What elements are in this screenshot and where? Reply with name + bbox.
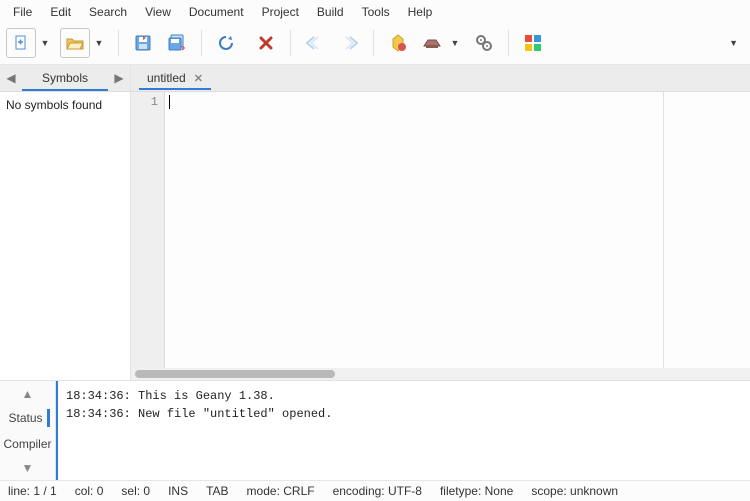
status-mode: mode: CRLF — [247, 484, 315, 498]
messages-tab-up[interactable]: ▲ — [22, 387, 34, 401]
status-scope: scope: unknown — [531, 484, 618, 498]
sidebar-body: No symbols found — [0, 92, 130, 380]
sidebar-tab-next[interactable]: ▶ — [108, 65, 130, 91]
execute-button[interactable] — [470, 29, 498, 57]
scrollbar-thumb[interactable] — [135, 370, 335, 378]
nav-back-button[interactable] — [301, 29, 329, 57]
editor-textarea[interactable] — [165, 92, 750, 368]
build-icon — [422, 36, 442, 50]
new-file-button[interactable] — [6, 28, 36, 58]
compile-icon — [389, 34, 407, 52]
toolbar-overflow[interactable]: ▼ — [723, 35, 744, 52]
messages-tab-compiler[interactable]: Compiler — [3, 435, 51, 453]
close-button[interactable] — [252, 29, 280, 57]
nav-forward-icon — [340, 36, 358, 50]
menu-project[interactable]: Project — [253, 2, 308, 22]
toolbar: ▼ ▼ ▼ ▼ — [0, 24, 750, 65]
color-chooser-button[interactable] — [519, 29, 547, 57]
editor-caret — [169, 95, 170, 109]
compile-button[interactable] — [384, 29, 412, 57]
menu-edit[interactable]: Edit — [41, 2, 80, 22]
menu-search[interactable]: Search — [80, 2, 136, 22]
open-file-dropdown[interactable]: ▼ — [90, 29, 108, 57]
menu-help[interactable]: Help — [399, 2, 442, 22]
messages-tab-status[interactable]: Status — [8, 409, 49, 427]
new-file-dropdown[interactable]: ▼ — [36, 29, 54, 57]
menu-document[interactable]: Document — [180, 2, 253, 22]
execute-icon — [475, 34, 493, 52]
editor-pane: untitled ✕ 1 — [131, 65, 750, 380]
status-col: col: 0 — [75, 484, 104, 498]
close-icon — [259, 36, 273, 50]
editor-tab-untitled[interactable]: untitled ✕ — [139, 66, 211, 90]
editor-right-margin — [663, 92, 664, 368]
toolbar-separator — [201, 30, 202, 56]
save-all-icon — [167, 34, 187, 52]
editor-tab-label: untitled — [147, 71, 186, 85]
save-button[interactable] — [129, 29, 157, 57]
editor-h-scrollbar[interactable] — [131, 368, 750, 380]
sidebar: ◀ Symbols ▶ No symbols found — [0, 65, 131, 380]
reload-icon — [218, 35, 234, 51]
editor-gutter: 1 — [131, 92, 165, 368]
status-ins: INS — [168, 484, 188, 498]
nav-forward-button[interactable] — [335, 29, 363, 57]
statusbar: line: 1 / 1 col: 0 sel: 0 INS TAB mode: … — [0, 480, 750, 501]
build-dropdown[interactable]: ▼ — [446, 29, 464, 57]
reload-button[interactable] — [212, 29, 240, 57]
status-sel: sel: 0 — [121, 484, 150, 498]
sidebar-tab-symbols[interactable]: Symbols — [22, 66, 108, 91]
toolbar-separator — [508, 30, 509, 56]
toolbar-separator — [290, 30, 291, 56]
editor-tabs: untitled ✕ — [131, 65, 750, 92]
messages-tab-strip: ▲ Status Compiler ▼ — [0, 381, 56, 480]
status-line: line: 1 / 1 — [8, 484, 57, 498]
menu-build[interactable]: Build — [308, 2, 353, 22]
message-line: 18:34:36: New file "untitled" opened. — [66, 405, 742, 423]
toolbar-separator — [373, 30, 374, 56]
message-line: 18:34:36: This is Geany 1.38. — [66, 387, 742, 405]
build-button[interactable] — [418, 29, 446, 57]
line-number: 1 — [131, 95, 158, 109]
messages-body[interactable]: 18:34:36: This is Geany 1.38. 18:34:36: … — [56, 381, 750, 480]
menu-view[interactable]: View — [136, 2, 180, 22]
toolbar-separator — [118, 30, 119, 56]
status-encoding: encoding: UTF-8 — [333, 484, 422, 498]
messages-pane: ▲ Status Compiler ▼ 18:34:36: This is Ge… — [0, 380, 750, 480]
open-file-icon — [66, 35, 84, 51]
new-file-icon — [13, 35, 29, 51]
save-all-button[interactable] — [163, 29, 191, 57]
menubar: File Edit Search View Document Project B… — [0, 0, 750, 24]
status-tab: TAB — [206, 484, 228, 498]
menu-file[interactable]: File — [4, 2, 41, 22]
nav-back-icon — [306, 36, 324, 50]
menu-tools[interactable]: Tools — [353, 2, 399, 22]
editor-tab-close-icon[interactable]: ✕ — [194, 72, 203, 85]
save-icon — [134, 34, 152, 52]
status-filetype: filetype: None — [440, 484, 513, 498]
messages-tab-down[interactable]: ▼ — [22, 461, 34, 475]
color-chooser-icon — [524, 34, 542, 52]
open-file-button[interactable] — [60, 28, 90, 58]
sidebar-tab-prev[interactable]: ◀ — [0, 65, 22, 91]
